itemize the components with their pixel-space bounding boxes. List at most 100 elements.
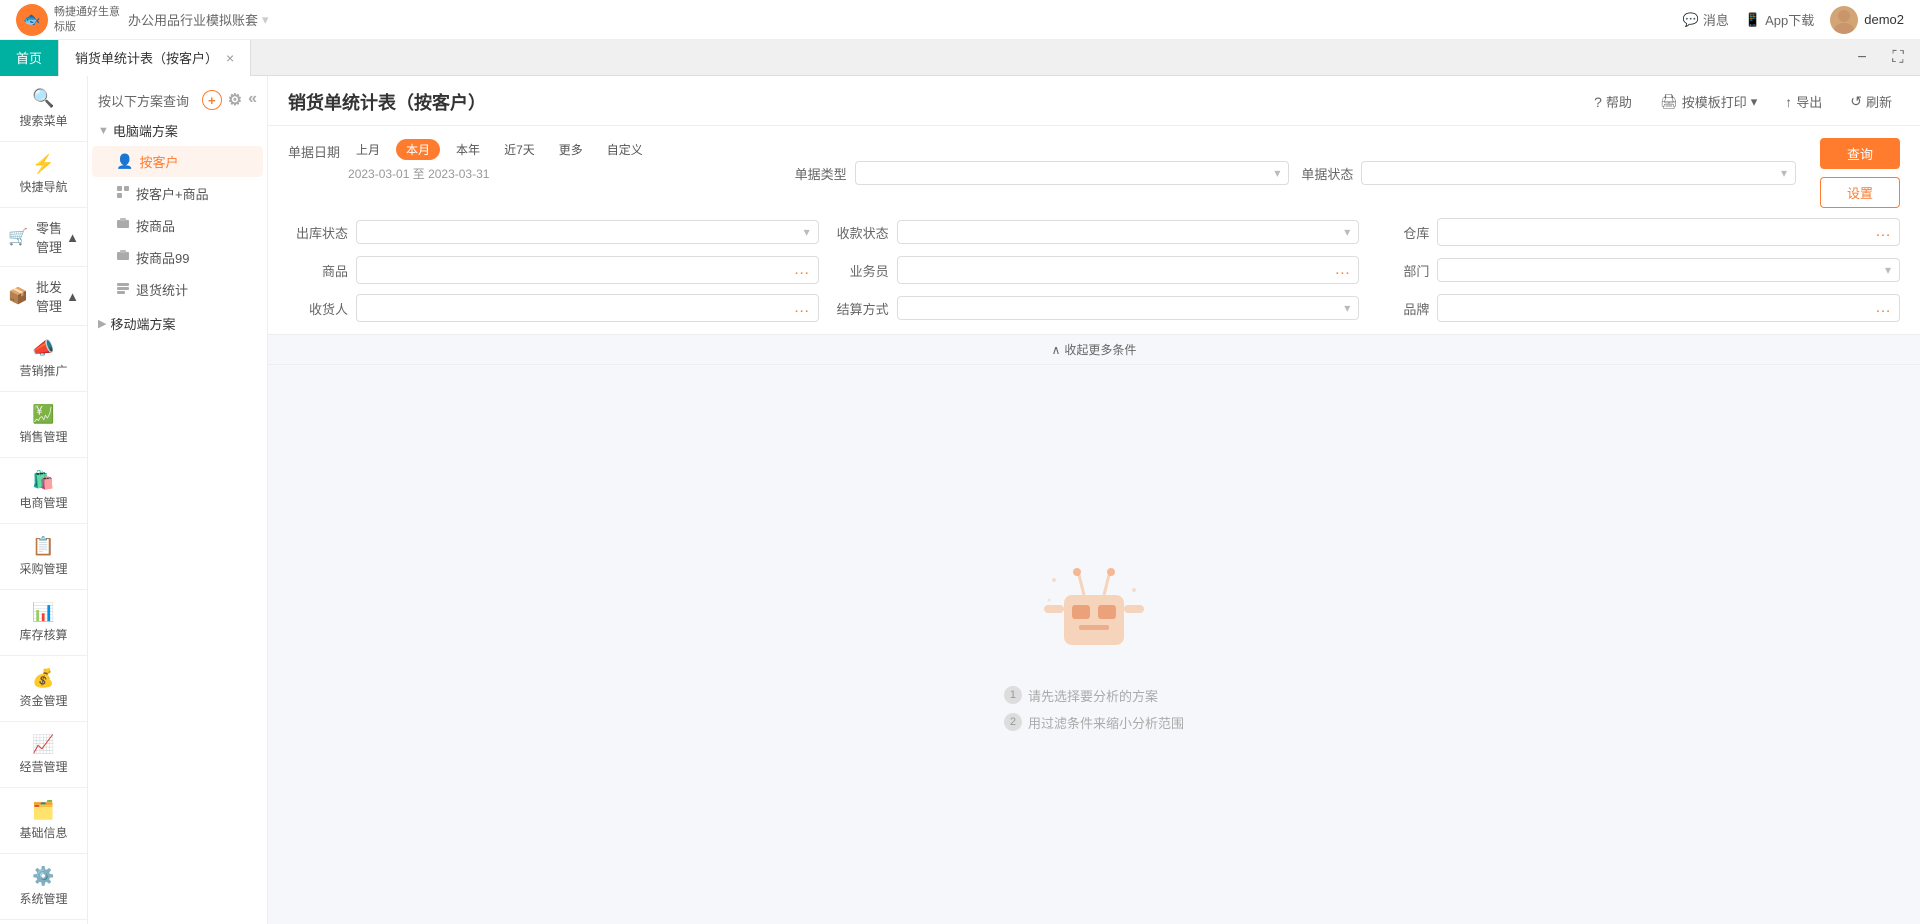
consignee-cell: 收货人 …	[288, 294, 819, 322]
collapse-panel-button[interactable]: «	[248, 90, 257, 110]
cart-icon: 🛒	[8, 227, 28, 247]
brand-input[interactable]: …	[1437, 294, 1900, 322]
tab-minimize-button[interactable]: −	[1848, 44, 1876, 72]
sidebar-item-ecommerce[interactable]: 🛍️ 电商管理	[0, 458, 87, 524]
chevron-up-icon: ▲	[66, 230, 79, 245]
sidebar-item-marketing[interactable]: 📣 营销推广	[0, 326, 87, 392]
date-this-month[interactable]: 本月	[396, 139, 440, 160]
app-download-button[interactable]: 📱 App下载	[1745, 10, 1814, 29]
tab-home[interactable]: 首页	[0, 40, 59, 76]
out-status-select[interactable]: ▾	[356, 220, 819, 244]
export-button[interactable]: ↑ 导出	[1777, 88, 1830, 115]
staff-cell: 业务员 …	[829, 256, 1360, 284]
mobile-scheme-title[interactable]: ▶ 移动端方案	[88, 309, 267, 338]
date-last-month[interactable]: 上月	[348, 138, 388, 161]
date-custom[interactable]: 自定义	[599, 138, 651, 161]
goods-icon	[116, 217, 130, 234]
sidebar-item-wholesale[interactable]: 📦 批发管理 ▲	[0, 267, 87, 326]
help-button[interactable]: ? 帮助	[1586, 88, 1640, 115]
print-icon: 🖨	[1660, 93, 1678, 110]
warehouse-input[interactable]: …	[1437, 218, 1900, 246]
refresh-button[interactable]: ↺ 刷新	[1842, 88, 1900, 115]
filter-area: 单据日期 上月 本月 本年 近7天 更多 自定义 2023-03-01 至 20…	[268, 126, 1920, 335]
date-this-year[interactable]: 本年	[448, 138, 488, 161]
basic-icon: 🗂️	[32, 800, 54, 821]
sidebar-item-cooperation[interactable]: 🤝 企业协同	[0, 920, 87, 924]
top-header: 🐟 畅捷通好生意 标版 办公用品行业模拟账套 ▾ 💬 消息 📱 App下载 de…	[0, 0, 1920, 40]
staff-input[interactable]: …	[897, 256, 1360, 284]
sidebar-item-retail[interactable]: 🛒 零售管理 ▲	[0, 208, 87, 267]
scheme-return-stat[interactable]: 退货统计	[92, 274, 263, 305]
sidebar-item-finance[interactable]: 💰 资金管理	[0, 656, 87, 722]
consignee-input[interactable]: …	[356, 294, 819, 322]
group-expand-icon: ▼	[98, 125, 109, 137]
mobile-icon: 📱	[1745, 12, 1761, 28]
date-7days[interactable]: 近7天	[496, 138, 543, 161]
sidebar-item-shortcuts[interactable]: ⚡ 快捷导航	[0, 142, 87, 208]
doc-type-label: 单据类型	[795, 164, 847, 183]
breadcrumb: 办公用品行业模拟账套 ▾	[128, 10, 269, 29]
receive-status-label: 收款状态	[829, 223, 889, 242]
doc-type-group: 单据类型 ▾	[795, 138, 1290, 208]
brand-cell: 品牌 …	[1369, 294, 1900, 322]
sidebar-item-sales[interactable]: 💹 销售管理	[0, 392, 87, 458]
dept-select[interactable]: ▾	[1437, 258, 1900, 282]
scheme-by-customer-goods[interactable]: 按客户+商品	[92, 178, 263, 209]
filter-row-4: 收货人 … 结算方式 ▾ 品牌	[288, 294, 1900, 322]
date-more[interactable]: 更多	[551, 138, 591, 161]
main-layout: 🔍 搜索菜单 ⚡ 快捷导航 🛒 零售管理 ▲ 📦 批发管理 ▲ 📣 营销推广 💹…	[0, 76, 1920, 924]
staff-label: 业务员	[829, 261, 889, 280]
receive-status-select[interactable]: ▾	[897, 220, 1360, 244]
receive-status-cell: 收款状态 ▾	[829, 220, 1360, 244]
empty-hint-1: 1 请先选择要分析的方案	[1004, 686, 1184, 705]
left-panel: 按以下方案查询 + ⚙ « ▼ 电脑端方案 👤 按客户	[88, 76, 268, 924]
sidebar: 🔍 搜索菜单 ⚡ 快捷导航 🛒 零售管理 ▲ 📦 批发管理 ▲ 📣 营销推广 💹…	[0, 76, 88, 924]
settle-arrow: ▾	[1344, 301, 1350, 315]
add-scheme-button[interactable]: +	[202, 90, 222, 110]
sidebar-item-inventory[interactable]: 📊 库存核算	[0, 590, 87, 656]
empty-illustration	[1034, 550, 1154, 670]
scheme-by-customer[interactable]: 👤 按客户	[92, 146, 263, 177]
doc-status-label: 单据状态	[1301, 164, 1353, 183]
empty-text-list: 1 请先选择要分析的方案 2 用过滤条件来缩小分析范围	[1004, 686, 1184, 740]
left-panel-header: 按以下方案查询 + ⚙ «	[88, 84, 267, 116]
scheme-by-goods99[interactable]: 按商品99	[92, 242, 263, 273]
sidebar-item-system[interactable]: ⚙️ 系统管理	[0, 854, 87, 920]
user-profile[interactable]: demo2	[1830, 6, 1904, 34]
date-filter-buttons: 上月 本月 本年 近7天 更多 自定义	[348, 138, 651, 161]
sidebar-item-search[interactable]: 🔍 搜索菜单	[0, 76, 87, 142]
lightning-icon: ⚡	[32, 154, 54, 175]
desktop-scheme-title[interactable]: ▼ 电脑端方案	[88, 116, 267, 145]
tab-maximize-button[interactable]: ⛶	[1884, 44, 1912, 72]
content-area: 按以下方案查询 + ⚙ « ▼ 电脑端方案 👤 按客户	[88, 76, 1920, 924]
template-print-button[interactable]: 🖨 按模板打印 ▾	[1652, 88, 1765, 115]
doc-type-select[interactable]: ▾	[855, 161, 1290, 185]
dept-arrow: ▾	[1885, 263, 1891, 277]
filter-row-1: 单据日期 上月 本月 本年 近7天 更多 自定义 2023-03-01 至 20…	[288, 138, 1900, 208]
doc-status-select[interactable]: ▾	[1361, 161, 1796, 185]
page-actions: ? 帮助 🖨 按模板打印 ▾ ↑ 导出 ↺	[1586, 88, 1900, 115]
date-controls: 上月 本月 本年 近7天 更多 自定义 2023-03-01 至 2023-03…	[348, 138, 651, 182]
warehouse-label: 仓库	[1369, 223, 1429, 242]
sidebar-item-operation[interactable]: 📈 经营管理	[0, 722, 87, 788]
sidebar-item-basic[interactable]: 🗂️ 基础信息	[0, 788, 87, 854]
scheme-by-goods[interactable]: 按商品	[92, 210, 263, 241]
message-button[interactable]: 💬 消息	[1683, 10, 1729, 29]
settle-select[interactable]: ▾	[897, 296, 1360, 320]
settings-button[interactable]: 设置	[1820, 177, 1900, 208]
scheme-settings-button[interactable]: ⚙	[228, 90, 242, 110]
query-button[interactable]: 查询	[1820, 138, 1900, 169]
tab-close-icon[interactable]: ×	[226, 51, 234, 65]
collapse-bar[interactable]: ∧ 收起更多条件	[268, 335, 1920, 365]
goods-input[interactable]: …	[356, 256, 819, 284]
sidebar-item-purchase[interactable]: 📋 采购管理	[0, 524, 87, 590]
tab-sales-stat[interactable]: 销货单统计表（按客户） ×	[59, 40, 251, 76]
date-range-display: 2023-03-01 至 2023-03-31	[348, 165, 651, 182]
query-buttons: 查询 设置	[1820, 138, 1900, 208]
out-status-arrow: ▾	[804, 225, 810, 239]
doc-status-group: 单据状态 ▾	[1301, 138, 1796, 208]
operation-icon: 📈	[32, 734, 54, 755]
settle-cell: 结算方式 ▾	[829, 296, 1360, 320]
doc-status-arrow: ▾	[1781, 166, 1787, 180]
consignee-label: 收货人	[288, 299, 348, 318]
